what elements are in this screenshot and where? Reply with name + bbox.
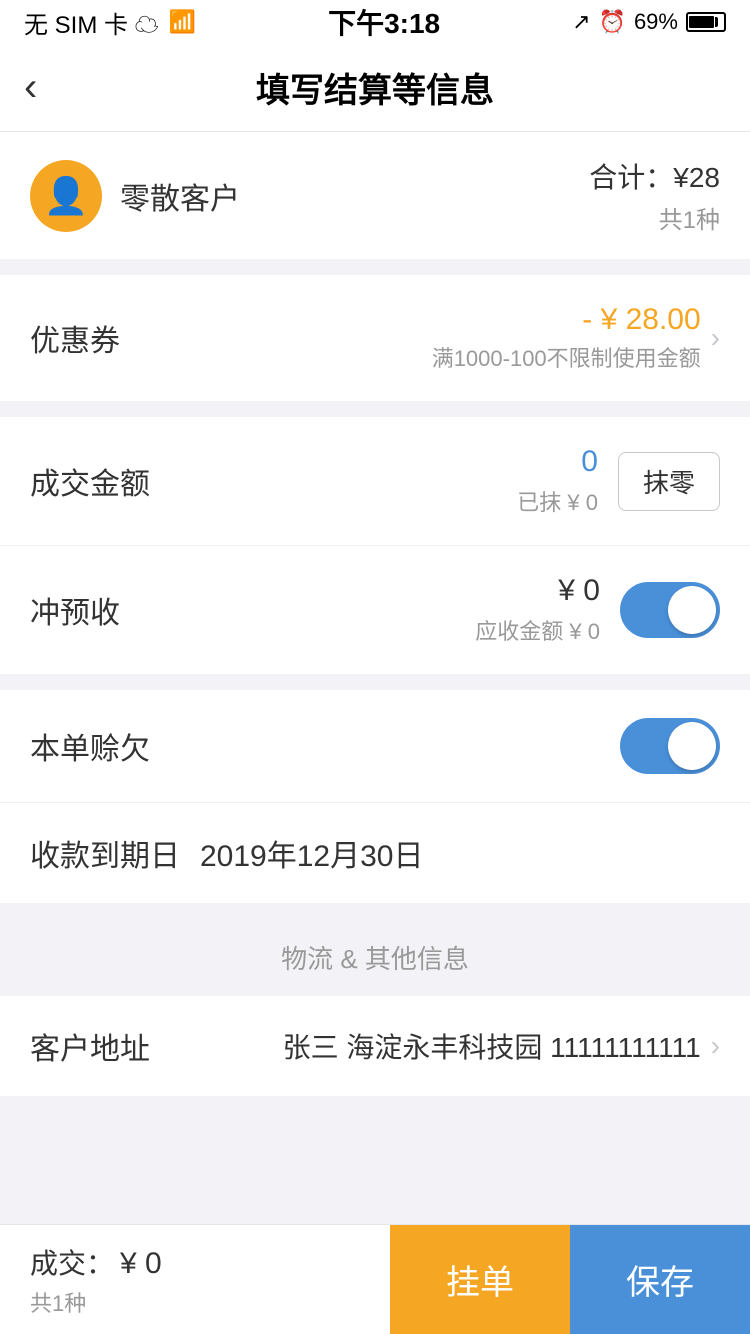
deal-amount-section: 成交金额 0 已抹 ¥ 0 抹零 冲预收 ¥ 0 应收金额 ¥ 0 [0, 417, 750, 674]
prepay-row: 冲预收 ¥ 0 应收金额 ¥ 0 [0, 546, 750, 674]
bottom-deal-label: 成交： [30, 1242, 114, 1282]
bottom-deal-value: ¥ 0 [120, 1247, 162, 1281]
back-button[interactable]: ‹ [24, 65, 37, 110]
deal-amount-row: 成交金额 0 已抹 ¥ 0 抹零 [0, 417, 750, 546]
customer-count: 共1种 [589, 200, 720, 235]
prepay-value-container: ¥ 0 应收金额 ¥ 0 [475, 574, 600, 646]
debt-toggle-knob [668, 722, 716, 770]
status-left: 无 SIM 卡 ☁ 📶 [24, 5, 196, 40]
wifi-icon: 📶 [169, 9, 196, 35]
hang-button[interactable]: 挂单 [390, 1225, 570, 1334]
content-area: 👤 零散客户 合计：¥28 共1种 优惠券 - ¥ 28.00 满1000-10… [0, 132, 750, 1216]
bottom-deal: 成交： ¥ 0 [30, 1242, 360, 1282]
debt-toggle[interactable] [620, 718, 720, 774]
deal-amount-value-container: 0 已抹 ¥ 0 [517, 445, 598, 517]
avatar-icon: 👤 [44, 175, 89, 217]
deal-amount-sub: 已抹 ¥ 0 [517, 485, 598, 517]
bottom-bar: 成交： ¥ 0 共1种 挂单 保存 [0, 1224, 750, 1334]
chevron-right-icon: › [711, 322, 720, 354]
section-divider [0, 903, 750, 919]
due-date-value[interactable]: 2019年12月30日 [200, 831, 423, 875]
battery-icon [686, 12, 726, 32]
status-time: 下午3:18 [328, 2, 440, 42]
coupon-row[interactable]: 优惠券 - ¥ 28.00 满1000-100不限制使用金额 › [0, 275, 750, 401]
prepay-right: ¥ 0 应收金额 ¥ 0 [475, 574, 720, 646]
battery-percent: 69% [634, 9, 678, 35]
prepay-toggle[interactable] [620, 582, 720, 638]
customer-total: 合计：¥28 [589, 156, 720, 196]
prepay-value: ¥ 0 [475, 574, 600, 608]
due-date-label: 收款到期日 [30, 831, 180, 875]
customer-row: 👤 零散客户 合计：¥28 共1种 [0, 132, 750, 259]
page-title: 填写结算等信息 [256, 63, 494, 112]
customer-info-left: 👤 零散客户 [30, 160, 240, 232]
coupon-right: - ¥ 28.00 满1000-100不限制使用金额 › [432, 303, 720, 373]
due-date-row: 收款到期日 2019年12月30日 [0, 802, 750, 903]
location-icon: ↗ [572, 9, 590, 35]
customer-info-right: 合计：¥28 共1种 [589, 156, 720, 235]
coupon-desc: 满1000-100不限制使用金额 [432, 341, 701, 373]
sim-label: 无 SIM 卡 ☁ [24, 5, 159, 40]
address-label: 客户地址 [30, 1024, 150, 1068]
save-button[interactable]: 保存 [570, 1225, 750, 1334]
round-zero-button[interactable]: 抹零 [618, 452, 720, 511]
address-row[interactable]: 客户地址 张三 海淀永丰科技园 11111111111 › [0, 996, 750, 1096]
address-chevron-icon: › [711, 1030, 720, 1062]
logistics-label: 物流 & 其他信息 [281, 944, 469, 974]
logistics-header: 物流 & 其他信息 [0, 919, 750, 996]
deal-amount-right: 0 已抹 ¥ 0 抹零 [517, 445, 720, 517]
coupon-label: 优惠券 [30, 316, 120, 360]
deal-amount-label: 成交金额 [30, 459, 170, 503]
customer-name: 零散客户 [120, 174, 240, 218]
prepay-label: 冲预收 [30, 588, 170, 632]
debt-label: 本单赊欠 [30, 724, 150, 768]
nav-bar: ‹ 填写结算等信息 [0, 44, 750, 132]
coupon-amount: - ¥ 28.00 [432, 303, 701, 337]
debt-row: 本单赊欠 [0, 690, 750, 802]
toggle-knob [668, 586, 716, 634]
status-bar: 无 SIM 卡 ☁ 📶 下午3:18 ↗ ⏰ 69% [0, 0, 750, 44]
deal-amount-value[interactable]: 0 [517, 445, 598, 479]
coupon-info: - ¥ 28.00 满1000-100不限制使用金额 [432, 303, 701, 373]
bottom-info: 成交： ¥ 0 共1种 [0, 1242, 390, 1318]
avatar: 👤 [30, 160, 102, 232]
debt-section: 本单赊欠 收款到期日 2019年12月30日 [0, 690, 750, 903]
prepay-sub: 应收金额 ¥ 0 [475, 614, 600, 646]
address-value: 张三 海淀永丰科技园 11111111111 [160, 1026, 701, 1066]
status-right: ↗ ⏰ 69% [572, 9, 726, 35]
alarm-icon: ⏰ [599, 9, 626, 35]
address-section[interactable]: 客户地址 张三 海淀永丰科技园 11111111111 › [0, 996, 750, 1096]
bottom-count: 共1种 [30, 1286, 360, 1318]
